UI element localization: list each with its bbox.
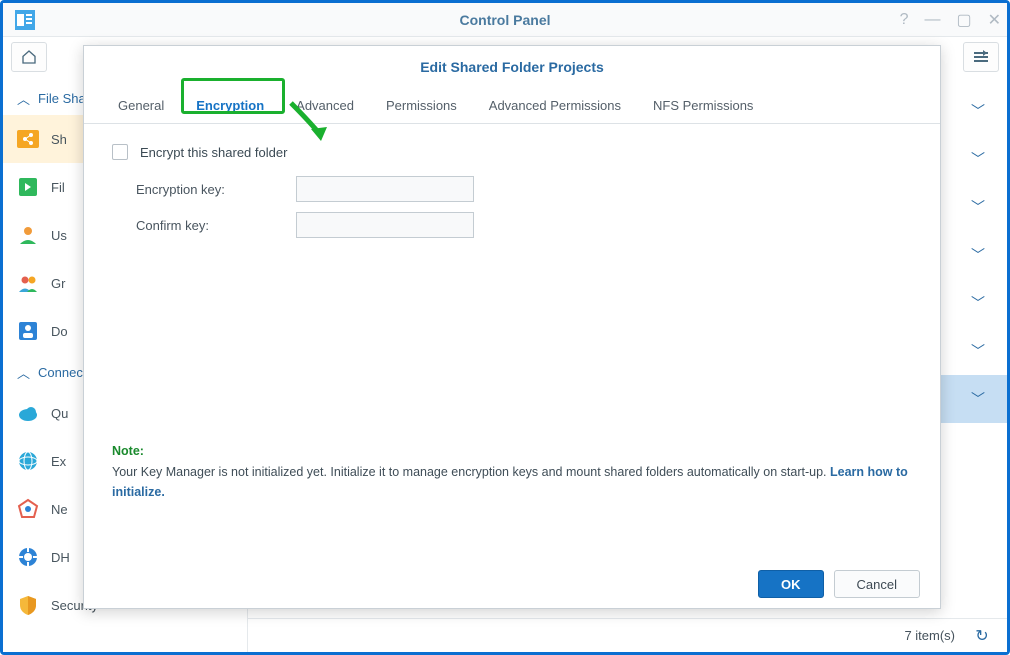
chevron-down-icon: ﹀ <box>971 293 985 313</box>
shield-icon <box>17 594 39 616</box>
note-heading: Note: <box>112 442 912 461</box>
chevron-down-icon: ﹀ <box>971 149 985 169</box>
sidebar-item-label: Sh <box>51 132 67 147</box>
tab-permissions[interactable]: Permissions <box>370 88 473 123</box>
encrypt-checkbox[interactable] <box>112 144 128 160</box>
chevron-up-icon: ︿ <box>17 363 30 382</box>
tab-advanced-permissions[interactable]: Advanced Permissions <box>473 88 637 123</box>
dialog-title: Edit Shared Folder Projects <box>84 46 940 88</box>
chevron-up-icon: ︿ <box>17 89 30 108</box>
encryption-key-label: Encryption key: <box>136 182 296 197</box>
sidebar-item-label: DH <box>51 550 70 565</box>
chevron-down-icon: ﹀ <box>971 101 985 121</box>
home-button[interactable] <box>11 42 47 72</box>
note-block: Note: Your Key Manager is not initialize… <box>112 442 912 502</box>
status-bar: 7 item(s) ↻ <box>248 618 1007 652</box>
chevron-down-icon: ﹀ <box>971 389 985 409</box>
cloud-icon <box>17 402 39 424</box>
tab-nfs[interactable]: NFS Permissions <box>637 88 769 123</box>
sidebar-item-label: Us <box>51 228 67 243</box>
tab-encryption[interactable]: Encryption <box>180 88 280 123</box>
note-text: Your Key Manager is not initialized yet.… <box>112 465 827 479</box>
chevron-down-icon: ﹀ <box>971 245 985 265</box>
user-icon <box>17 224 39 246</box>
dhcp-icon <box>17 546 39 568</box>
network-icon <box>17 498 39 520</box>
encrypt-checkbox-label: Encrypt this shared folder <box>140 145 287 160</box>
chevron-down-icon: ﹀ <box>971 197 985 217</box>
tab-advanced[interactable]: Advanced <box>280 88 370 123</box>
refresh-button[interactable]: ↻ <box>971 625 993 647</box>
sidebar-item-label: Gr <box>51 276 65 291</box>
sidebar-item-label: Ex <box>51 454 66 469</box>
shared-folder-icon <box>17 128 39 150</box>
encryption-key-input[interactable] <box>296 176 474 202</box>
tab-general[interactable]: General <box>102 88 180 123</box>
window-title: Control Panel <box>3 12 1007 28</box>
confirm-key-label: Confirm key: <box>136 218 296 233</box>
globe-icon <box>17 450 39 472</box>
dialog-tabs: General Encryption Advanced Permissions … <box>84 88 940 124</box>
close-icon[interactable]: ✕ <box>988 10 1001 30</box>
file-services-icon <box>17 176 39 198</box>
group-icon <box>17 272 39 294</box>
item-count: 7 item(s) <box>904 628 955 643</box>
minimize-icon[interactable]: — <box>924 11 940 29</box>
sidebar-item-label: Fil <box>51 180 65 195</box>
chevron-down-icon: ﹀ <box>971 341 985 361</box>
sidebar-item-label: Ne <box>51 502 68 517</box>
view-settings-button[interactable] <box>963 42 999 72</box>
window-titlebar: Control Panel ? — ▢ ✕ <box>3 3 1007 37</box>
sidebar-item-label: Qu <box>51 406 68 421</box>
cancel-button[interactable]: Cancel <box>834 570 920 598</box>
help-icon[interactable]: ? <box>900 11 909 29</box>
sidebar-item-label: Do <box>51 324 68 339</box>
maximize-icon[interactable]: ▢ <box>956 10 971 30</box>
edit-shared-folder-dialog: Edit Shared Folder Projects General Encr… <box>83 45 941 609</box>
ok-button[interactable]: OK <box>758 570 824 598</box>
domain-icon <box>17 320 39 342</box>
confirm-key-input[interactable] <box>296 212 474 238</box>
